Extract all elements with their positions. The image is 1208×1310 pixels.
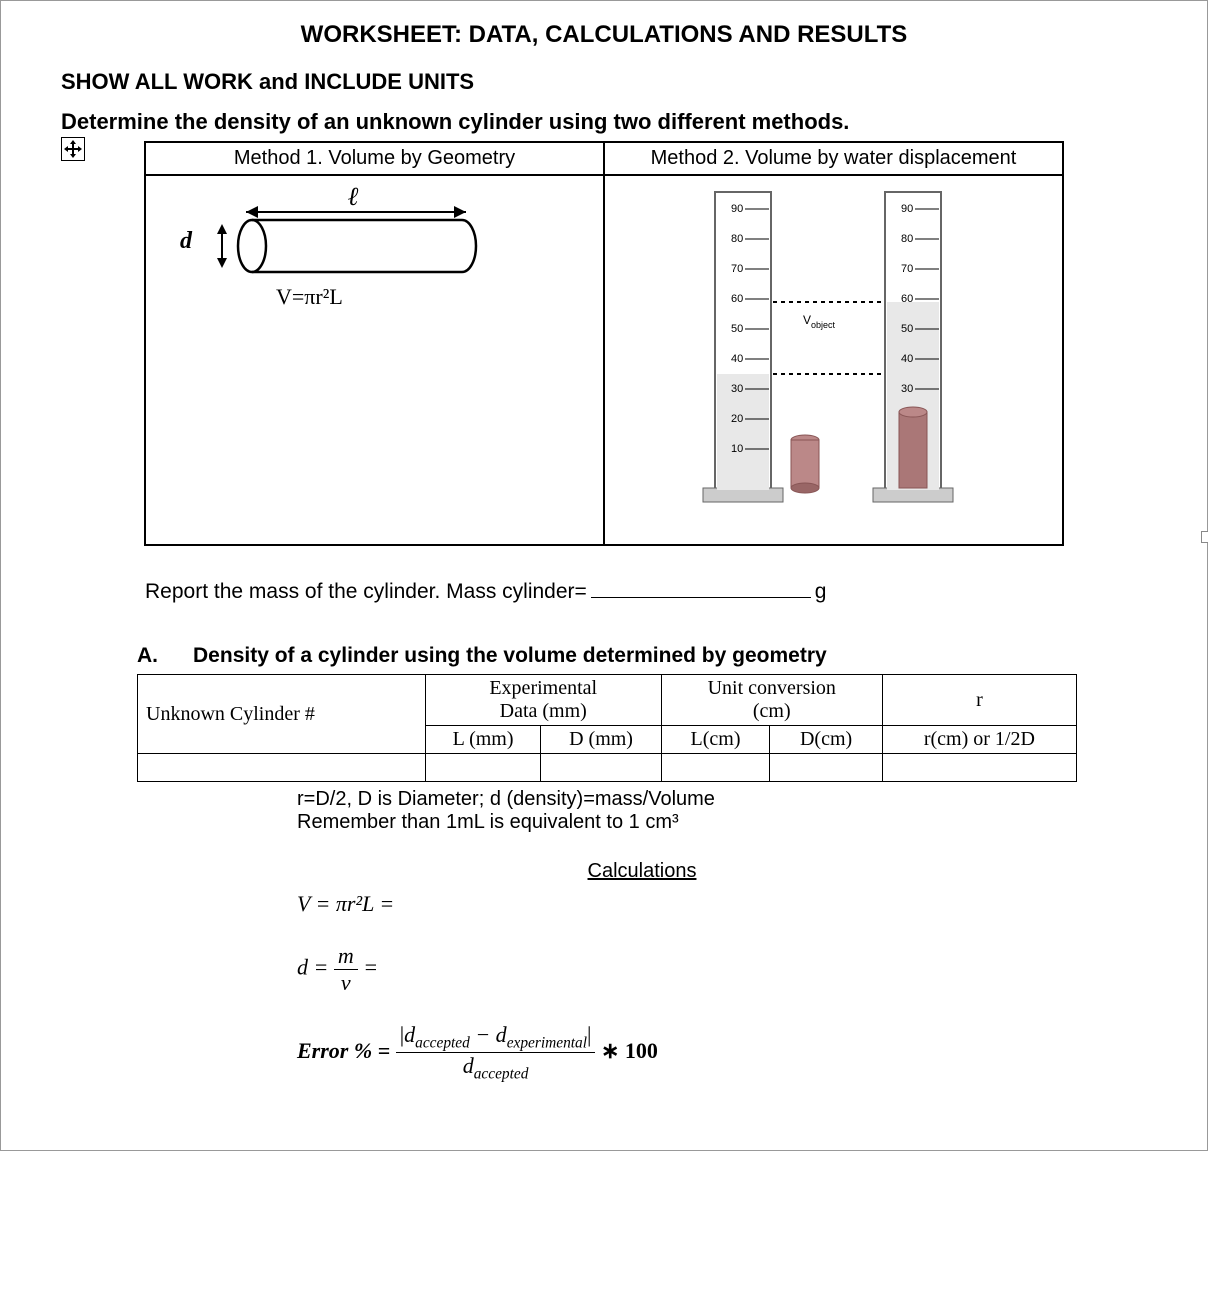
err-den: daccepted xyxy=(396,1053,596,1083)
svg-text:70: 70 xyxy=(731,263,743,275)
d-num: m xyxy=(334,943,358,970)
svg-text:10: 10 xyxy=(731,443,743,455)
data-cyl-num[interactable] xyxy=(138,754,426,782)
show-work-line: SHOW ALL WORK and INCLUDE UNITS xyxy=(61,69,1147,95)
report-unit: g xyxy=(815,580,827,603)
svg-text:30: 30 xyxy=(731,383,743,395)
cyl-length-label: ℓ xyxy=(348,182,359,212)
hdr-D-mm: D (mm) xyxy=(541,726,661,754)
row-label: Unknown Cylinder # xyxy=(138,675,426,754)
d-eq: = xyxy=(363,955,378,980)
svg-text:40: 40 xyxy=(901,353,913,365)
svg-text:60: 60 xyxy=(731,293,743,305)
method2-cell: 90 80 70 60 50 40 30 20 10 xyxy=(604,175,1063,545)
hdr-L-mm: L (mm) xyxy=(425,726,541,754)
cyl-diameter-label: d xyxy=(180,228,192,255)
report-prefix: Report the mass of the cylinder. Mass cy… xyxy=(145,580,587,603)
cyl-volume-formula: V=πr²L xyxy=(276,284,343,310)
notes-block: r=D/2, D is Diameter; d (density)=mass/V… xyxy=(297,788,1147,834)
section-a: A. Density of a cylinder using the volum… xyxy=(137,644,1147,1084)
vobject-label: V xyxy=(803,313,811,327)
method1-header: Method 1. Volume by Geometry xyxy=(145,142,604,175)
section-a-letter: A. xyxy=(137,644,158,667)
err-tail: ∗ 100 xyxy=(601,1038,658,1063)
col-unit-conv: Unit conversion(cm) xyxy=(661,675,882,726)
data-L-cm[interactable] xyxy=(661,754,770,782)
calculations-header: Calculations xyxy=(137,860,1147,883)
section-a-heading: A. Density of a cylinder using the volum… xyxy=(137,644,1147,668)
d-fraction: m v xyxy=(334,943,358,996)
err-lhs: Error % = xyxy=(297,1038,390,1063)
move-handle-icon[interactable] xyxy=(61,137,85,161)
svg-text:60: 60 xyxy=(901,293,913,305)
data-D-cm[interactable] xyxy=(770,754,882,782)
page-title: WORKSHEET: DATA, CALCULATIONS AND RESULT… xyxy=(61,21,1147,49)
report-mass-line: Report the mass of the cylinder. Mass cy… xyxy=(145,580,1147,604)
cylinder-diagram: ℓ d V=πr²L xyxy=(206,186,506,311)
svg-text:90: 90 xyxy=(731,203,743,215)
method2-header: Method 2. Volume by water displacement xyxy=(604,142,1063,175)
formula-density: d = m v = xyxy=(297,943,1147,996)
note-line-2: Remember than 1mL is equivalent to 1 cm³ xyxy=(297,811,1147,834)
svg-text:90: 90 xyxy=(901,203,913,215)
svg-text:80: 80 xyxy=(901,233,913,245)
formula-volume: V = πr²L = xyxy=(297,891,1147,917)
note-line-1: r=D/2, D is Diameter; d (density)=mass/V… xyxy=(297,788,1147,811)
mass-blank[interactable] xyxy=(591,597,811,598)
worksheet-page: WORKSHEET: DATA, CALCULATIONS AND RESULT… xyxy=(0,0,1208,1151)
data-r-cm[interactable] xyxy=(882,754,1076,782)
hdr-D-cm: D(cm) xyxy=(770,726,882,754)
hdr-r-cm: r(cm) or 1/2D xyxy=(882,726,1076,754)
section-a-title: Density of a cylinder using the volume d… xyxy=(193,644,827,667)
col-experimental: ExperimentalData (mm) xyxy=(425,675,661,726)
col-r: r xyxy=(882,675,1076,726)
formula-error: Error % = |daccepted − dexperimental| da… xyxy=(297,1022,1147,1084)
graduated-cylinders-diagram: 90 80 70 60 50 40 30 20 10 xyxy=(685,184,1005,529)
svg-text:30: 30 xyxy=(901,383,913,395)
determine-text: Determine the density of an unknown cyli… xyxy=(61,109,849,134)
methods-table: Method 1. Volume by Geometry Method 2. V… xyxy=(144,141,1064,546)
method1-cell: ℓ d V=πr²L xyxy=(145,175,604,545)
data-L-mm[interactable] xyxy=(425,754,541,782)
svg-text:50: 50 xyxy=(731,323,743,335)
data-table: Unknown Cylinder # ExperimentalData (mm)… xyxy=(137,674,1077,782)
svg-text:20: 20 xyxy=(731,413,743,425)
svg-text:80: 80 xyxy=(731,233,743,245)
svg-text:50: 50 xyxy=(901,323,913,335)
determine-line: Determine the density of an unknown cyli… xyxy=(61,109,1147,135)
svg-text:70: 70 xyxy=(901,263,913,275)
svg-text:40: 40 xyxy=(731,353,743,365)
hdr-L-cm: L(cm) xyxy=(661,726,770,754)
err-num: |daccepted − dexperimental| xyxy=(396,1022,596,1053)
svg-text:object: object xyxy=(811,320,836,330)
data-D-mm[interactable] xyxy=(541,754,661,782)
d-den: v xyxy=(334,970,358,996)
err-fraction: |daccepted − dexperimental| daccepted xyxy=(396,1022,596,1084)
d-lhs: d = xyxy=(297,955,328,980)
resize-handle-icon[interactable] xyxy=(1201,531,1208,543)
